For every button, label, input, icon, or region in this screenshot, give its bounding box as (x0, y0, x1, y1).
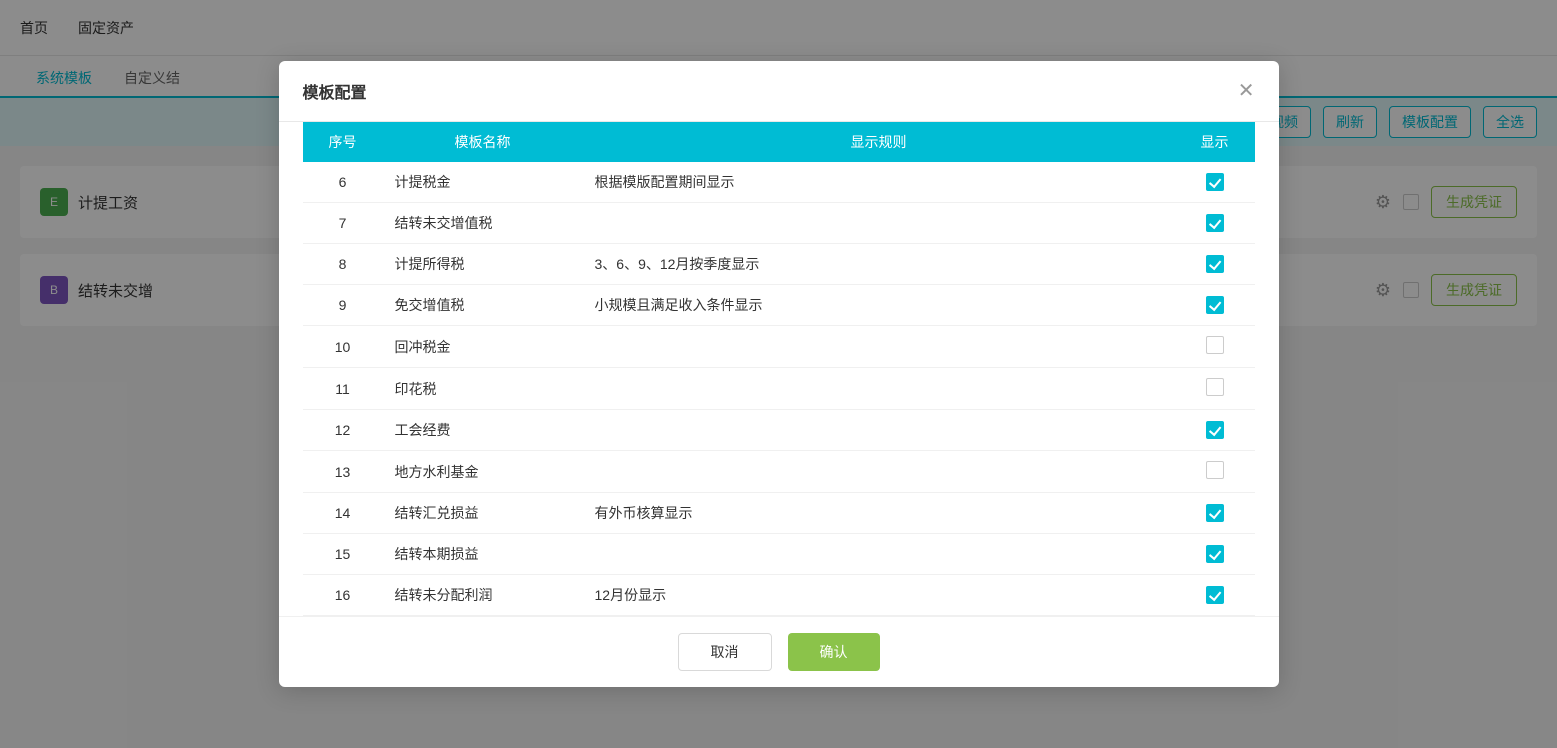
cell-name: 结转未交增值税 (383, 203, 583, 244)
cell-seq: 10 (303, 326, 383, 368)
cell-rule: 3、6、9、12月按季度显示 (583, 244, 1175, 285)
checkbox-row[interactable] (1206, 545, 1224, 563)
cell-check (1175, 326, 1255, 368)
cell-seq: 13 (303, 451, 383, 493)
table-row: 16结转未分配利润12月份显示 (303, 575, 1255, 616)
cell-check (1175, 368, 1255, 410)
dialog-footer: 取消 确认 (279, 616, 1279, 687)
cell-check (1175, 575, 1255, 616)
cell-seq: 12 (303, 410, 383, 451)
checkbox-row[interactable] (1206, 421, 1224, 439)
checkbox-row[interactable] (1206, 173, 1224, 191)
confirm-button[interactable]: 确认 (788, 633, 880, 671)
table-row: 11印花税 (303, 368, 1255, 410)
cell-rule (583, 326, 1175, 368)
config-table: 序号 模板名称 显示规则 显示 6计提税金根据模版配置期间显示7结转未交增值税8… (303, 122, 1255, 616)
cell-seq: 9 (303, 285, 383, 326)
table-row: 13地方水利基金 (303, 451, 1255, 493)
checkbox-row[interactable] (1206, 296, 1224, 314)
table-row: 7结转未交增值税 (303, 203, 1255, 244)
cell-rule (583, 368, 1175, 410)
close-icon[interactable]: ✕ (1238, 81, 1255, 101)
dialog-template-config: 模板配置 ✕ 序号 模板名称 显示规则 显示 6计提税金根据模版配置期间显示7结… (279, 61, 1279, 687)
cell-seq: 8 (303, 244, 383, 285)
cell-rule (583, 451, 1175, 493)
cell-check (1175, 285, 1255, 326)
cell-rule (583, 410, 1175, 451)
cell-rule: 有外币核算显示 (583, 493, 1175, 534)
cell-check (1175, 493, 1255, 534)
cell-seq: 16 (303, 575, 383, 616)
checkbox-row[interactable] (1206, 255, 1224, 273)
table-row: 14结转汇兑损益有外币核算显示 (303, 493, 1255, 534)
cell-name: 地方水利基金 (383, 451, 583, 493)
cell-rule: 小规模且满足收入条件显示 (583, 285, 1175, 326)
cell-name: 结转未分配利润 (383, 575, 583, 616)
table-row: 10回冲税金 (303, 326, 1255, 368)
cell-seq: 11 (303, 368, 383, 410)
checkbox-row[interactable] (1206, 586, 1224, 604)
checkbox-row[interactable] (1206, 504, 1224, 522)
cell-name: 结转本期损益 (383, 534, 583, 575)
checkbox-row[interactable] (1206, 336, 1224, 354)
cell-check (1175, 162, 1255, 203)
table-row: 6计提税金根据模版配置期间显示 (303, 162, 1255, 203)
dialog-header: 模板配置 ✕ (279, 61, 1279, 122)
table-row: 12工会经费 (303, 410, 1255, 451)
cell-name: 印花税 (383, 368, 583, 410)
cancel-button[interactable]: 取消 (678, 633, 772, 671)
col-show: 显示 (1175, 122, 1255, 162)
col-seq: 序号 (303, 122, 383, 162)
cell-check (1175, 410, 1255, 451)
checkbox-row[interactable] (1206, 378, 1224, 396)
cell-name: 计提税金 (383, 162, 583, 203)
cell-name: 计提所得税 (383, 244, 583, 285)
cell-check (1175, 534, 1255, 575)
cell-rule: 12月份显示 (583, 575, 1175, 616)
col-name: 模板名称 (383, 122, 583, 162)
col-rule: 显示规则 (583, 122, 1175, 162)
table-header-row: 序号 模板名称 显示规则 显示 (303, 122, 1255, 162)
cell-seq: 15 (303, 534, 383, 575)
table-row: 15结转本期损益 (303, 534, 1255, 575)
checkbox-row[interactable] (1206, 461, 1224, 479)
cell-check (1175, 244, 1255, 285)
table-row: 9免交增值税小规模且满足收入条件显示 (303, 285, 1255, 326)
cell-check (1175, 451, 1255, 493)
cell-seq: 14 (303, 493, 383, 534)
cell-seq: 7 (303, 203, 383, 244)
cell-name: 工会经费 (383, 410, 583, 451)
table-row: 8计提所得税3、6、9、12月按季度显示 (303, 244, 1255, 285)
cell-rule: 根据模版配置期间显示 (583, 162, 1175, 203)
cell-rule (583, 534, 1175, 575)
modal-overlay: 模板配置 ✕ 序号 模板名称 显示规则 显示 6计提税金根据模版配置期间显示7结… (0, 0, 1557, 748)
dialog-body: 序号 模板名称 显示规则 显示 6计提税金根据模版配置期间显示7结转未交增值税8… (279, 122, 1279, 616)
dialog-title: 模板配置 (303, 79, 367, 103)
checkbox-row[interactable] (1206, 214, 1224, 232)
cell-seq: 6 (303, 162, 383, 203)
cell-rule (583, 203, 1175, 244)
cell-name: 结转汇兑损益 (383, 493, 583, 534)
cell-check (1175, 203, 1255, 244)
cell-name: 免交增值税 (383, 285, 583, 326)
cell-name: 回冲税金 (383, 326, 583, 368)
